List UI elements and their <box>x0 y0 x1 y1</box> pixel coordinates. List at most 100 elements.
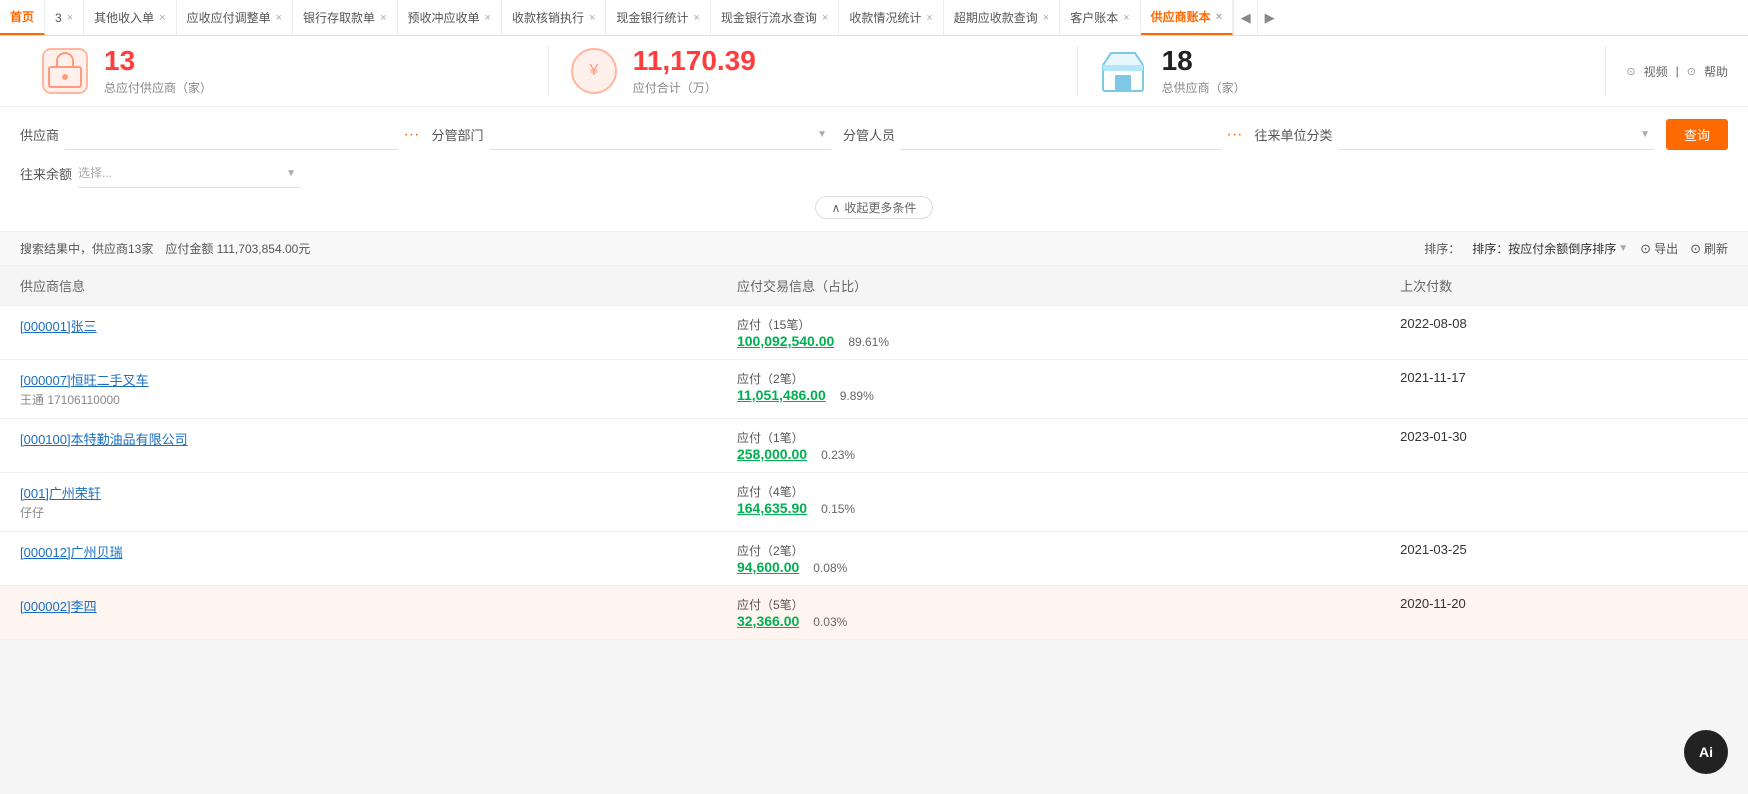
data-table-wrap: 供应商信息 应付交易信息（占比） 上次付数 [000001]张三应付（15笔）1… <box>0 266 1748 640</box>
nav-tab-overdue[interactable]: 超期应收款查询 × <box>944 0 1060 35</box>
filter-row-2: 往来余额 选择... ▼ <box>20 158 300 188</box>
tx-amount-value[interactable]: 11,051,486.00 <box>737 387 826 403</box>
tab-receivable-label: 收款情况统计 <box>849 9 921 26</box>
export-button[interactable]: ⊙ 导出 <box>1640 240 1678 257</box>
collapse-button[interactable]: ∧ 收起更多条件 <box>815 196 934 219</box>
supplier-info-cell: [000100]本特勤油品有限公司 <box>0 419 717 473</box>
nav-tab-cashflow[interactable]: 现金银行流水查询 × <box>711 0 839 35</box>
help-link[interactable]: 帮助 <box>1704 63 1728 80</box>
last-pay-cell: 2021-11-17 <box>1380 360 1748 419</box>
person-label: 分管人员 <box>843 125 895 144</box>
result-info: 搜索结果中，供应商13家 应付金额 111,703,854.00元 <box>20 240 310 257</box>
tx-label: 应付（2笔） <box>737 370 1360 387</box>
close-icon[interactable]: × <box>1043 12 1049 24</box>
supplier-info-cell: [000001]张三 <box>0 306 717 360</box>
supplier-sub-info: 王通 17106110000 <box>20 391 697 408</box>
close-icon[interactable]: × <box>822 12 828 24</box>
supplier-info-cell: [000007]恒旺二手叉车王通 17106110000 <box>0 360 717 419</box>
supplier-link[interactable]: [000002]李四 <box>20 599 97 614</box>
nav-prev-arrow[interactable]: ◀ <box>1233 0 1257 35</box>
close-icon[interactable]: × <box>485 12 491 24</box>
close-icon[interactable]: × <box>1216 11 1222 23</box>
home-label: 首页 <box>10 8 34 25</box>
tx-pct-value: 0.08% <box>813 561 847 575</box>
close-icon[interactable]: × <box>693 12 699 24</box>
col-supplier-info: 供应商信息 <box>0 266 717 306</box>
tx-amount-value[interactable]: 100,092,540.00 <box>737 333 834 349</box>
close-icon[interactable]: × <box>1123 12 1129 24</box>
tx-info-cell: 应付（15笔）100,092,540.0089.61% <box>717 306 1380 360</box>
table-row: [000001]张三应付（15笔）100,092,540.0089.61%202… <box>0 306 1748 360</box>
supplier-info-cell: [000002]李四 <box>0 586 717 640</box>
tx-amount-value[interactable]: 94,600.00 <box>737 559 799 575</box>
tx-label: 应付（2笔） <box>737 542 1360 559</box>
close-icon[interactable]: × <box>380 12 386 24</box>
tx-pct-value: 89.61% <box>848 335 889 349</box>
nav-next-arrow[interactable]: ▶ <box>1257 0 1281 35</box>
category-select[interactable] <box>1339 120 1654 150</box>
filter-supplier: 供应商 ··· <box>20 120 420 150</box>
nav-tab-3[interactable]: 3 × <box>45 0 84 35</box>
supplier-input[interactable] <box>65 120 398 150</box>
nav-tab-customer[interactable]: 客户账本 × <box>1060 0 1140 35</box>
tx-amount-value[interactable]: 164,635.90 <box>737 500 807 516</box>
sort-link[interactable]: 排序：按应付余额倒序排序 ▼ <box>1472 240 1628 257</box>
supplier-link[interactable]: [000100]本特勤油品有限公司 <box>20 432 188 447</box>
refresh-icon: ⊙ <box>1690 241 1701 257</box>
category-select-wrap: ▼ <box>1339 120 1654 150</box>
result-info-text: 搜索结果中，供应商13家 <box>20 240 153 257</box>
sort-label-text: 排序： <box>1424 240 1460 257</box>
tab-cashflow-label: 现金银行流水查询 <box>721 9 817 26</box>
nav-tab-home[interactable]: 首页 <box>0 0 45 35</box>
tx-info-cell: 应付（5笔）32,366.000.03% <box>717 586 1380 640</box>
last-pay-cell <box>1380 473 1748 532</box>
nav-tab-supplier[interactable]: 供应商账本 × <box>1141 0 1233 35</box>
nav-tab-cashstat[interactable]: 现金银行统计 × <box>606 0 710 35</box>
nav-tab-receivable[interactable]: 收款情况统计 × <box>839 0 943 35</box>
category-label: 往来单位分类 <box>1255 125 1333 144</box>
supplier-dots[interactable]: ··· <box>404 126 420 144</box>
supplier-link[interactable]: [000007]恒旺二手叉车 <box>20 373 149 388</box>
tab-collection-label: 收款核销执行 <box>512 9 584 26</box>
video-link[interactable]: 视频 <box>1644 63 1668 80</box>
tab3-label: 3 <box>55 11 62 25</box>
person-dots[interactable]: ··· <box>1227 126 1243 144</box>
nav-tab-collection[interactable]: 收款核销执行 × <box>502 0 606 35</box>
close-icon[interactable]: × <box>276 12 282 24</box>
table-row: [000100]本特勤油品有限公司应付（1笔）258,000.000.23%20… <box>0 419 1748 473</box>
close-icon[interactable]: × <box>159 12 165 24</box>
tab-customer-label: 客户账本 <box>1070 9 1118 26</box>
nav-tab-adjust[interactable]: 应收应付调整单 × <box>177 0 293 35</box>
close-icon[interactable]: × <box>589 12 595 24</box>
nav-tab-bank[interactable]: 银行存取款单 × <box>293 0 397 35</box>
tx-amount-value[interactable]: 258,000.00 <box>737 446 807 462</box>
supplier-link[interactable]: [001]广州荣轩 <box>20 486 101 501</box>
data-table: 供应商信息 应付交易信息（占比） 上次付数 [000001]张三应付（15笔）1… <box>0 266 1748 640</box>
stat-total-suppliers: 18 总供应商（家） <box>1078 46 1607 96</box>
supplier-link[interactable]: [000001]张三 <box>20 319 97 334</box>
refresh-button[interactable]: ⊙ 刷新 <box>1690 240 1728 257</box>
close-icon[interactable]: × <box>67 12 73 24</box>
ai-button[interactable]: Ai <box>1684 730 1728 774</box>
nav-tab-prepay[interactable]: 预收冲应收单 × <box>398 0 502 35</box>
person-input[interactable] <box>901 120 1221 150</box>
table-row: [001]广州荣轩仔仔应付（4笔）164,635.900.15% <box>0 473 1748 532</box>
supplier-label: 供应商 <box>20 125 59 144</box>
close-icon[interactable]: × <box>926 12 932 24</box>
tx-info-cell: 应付（4笔）164,635.900.15% <box>717 473 1380 532</box>
query-button[interactable]: 查询 <box>1666 119 1728 150</box>
table-row: [000012]广州贝瑞应付（2笔）94,600.000.08%2021-03-… <box>0 532 1748 586</box>
result-bar: 搜索结果中，供应商13家 应付金额 111,703,854.00元 排序： 排序… <box>0 232 1748 266</box>
supplier-info-cell: [001]广州荣轩仔仔 <box>0 473 717 532</box>
nav-tab-other-income[interactable]: 其他收入单 × <box>84 0 176 35</box>
top-nav: 首页 3 × 其他收入单 × 应收应付调整单 × 银行存取款单 × 预收冲应收单… <box>0 0 1748 36</box>
tx-amount-value[interactable]: 32,366.00 <box>737 613 799 629</box>
tx-amount-row: 100,092,540.00 89.61% <box>737 333 1360 349</box>
balance-select-wrap: 选择... ▼ <box>78 158 300 188</box>
dept-select[interactable] <box>490 120 831 150</box>
result-amount-text: 应付金额 111,703,854.00元 <box>165 240 310 257</box>
total-suppliers-number: 18 <box>1162 46 1246 77</box>
balance-select[interactable]: 选择... <box>78 158 300 188</box>
supplier-sub-info: 仔仔 <box>20 504 697 521</box>
supplier-link[interactable]: [000012]广州贝瑞 <box>20 545 123 560</box>
